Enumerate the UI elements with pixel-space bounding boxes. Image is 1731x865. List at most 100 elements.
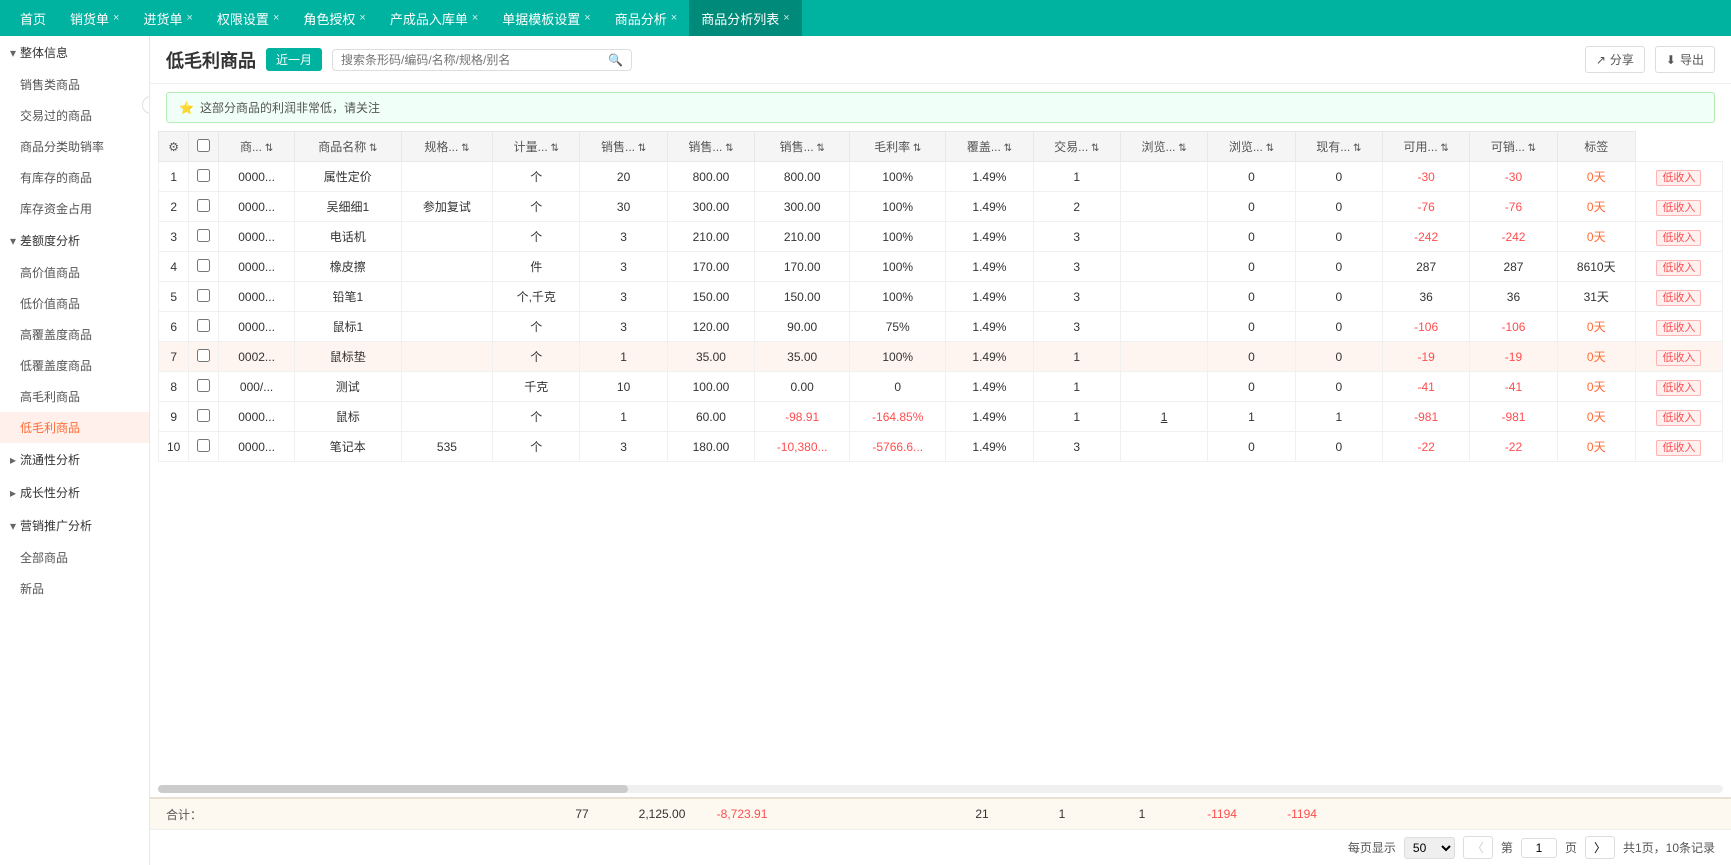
row-transactions[interactable]	[1120, 162, 1207, 192]
row-coverage: 1	[1033, 162, 1120, 192]
row-transactions[interactable]	[1120, 192, 1207, 222]
row-checkbox[interactable]	[189, 252, 219, 282]
th-checkbox[interactable]	[189, 132, 219, 162]
search-icon[interactable]: 🔍	[608, 53, 623, 67]
row-spec	[401, 222, 492, 252]
sidebar-item-new-products[interactable]: 新品	[0, 573, 149, 604]
search-input[interactable]	[341, 53, 604, 67]
sidebar-item-in-stock[interactable]: 有库存的商品	[0, 162, 149, 193]
nav-product-analysis-list[interactable]: 商品分析列表 ×	[689, 0, 801, 36]
sidebar-item-all-products[interactable]: 全部商品	[0, 542, 149, 573]
row-coverage: 3	[1033, 312, 1120, 342]
per-page-select[interactable]: 50 100 200	[1404, 837, 1455, 859]
th-transactions[interactable]: 交易...	[1033, 132, 1120, 162]
close-icon[interactable]: ×	[186, 12, 192, 24]
sidebar-item-low-margin[interactable]: 低毛利商品	[0, 412, 149, 443]
close-icon[interactable]: ×	[472, 12, 478, 24]
row-transactions[interactable]	[1120, 432, 1207, 462]
time-filter-button[interactable]: 近一月	[266, 48, 322, 71]
sidebar-item-low-value[interactable]: 低价值商品	[0, 288, 149, 319]
th-coverage[interactable]: 覆盖...	[946, 132, 1033, 162]
close-icon[interactable]: ×	[113, 12, 119, 24]
sidebar-item-low-coverage[interactable]: 低覆盖度商品	[0, 350, 149, 381]
sidebar-item-high-coverage[interactable]: 高覆盖度商品	[0, 319, 149, 350]
row-views1: 0	[1208, 192, 1295, 222]
th-unit[interactable]: 计量...	[493, 132, 580, 162]
row-available: -30	[1470, 162, 1557, 192]
sidebar-item-high-value[interactable]: 高价值商品	[0, 257, 149, 288]
sidebar-item-high-margin[interactable]: 高毛利商品	[0, 381, 149, 412]
row-gross: 1.49%	[946, 402, 1033, 432]
next-page-button[interactable]: 〉	[1585, 836, 1615, 859]
sidebar-section-liquidity[interactable]: ▸ 流通性分析	[0, 443, 149, 476]
prev-page-button[interactable]: 〈	[1463, 836, 1493, 859]
sidebar-item-category-rate[interactable]: 商品分类助销率	[0, 131, 149, 162]
row-checkbox[interactable]	[189, 372, 219, 402]
row-sellable: 0天	[1557, 162, 1635, 192]
row-checkbox[interactable]	[189, 312, 219, 342]
nav-home[interactable]: 首页	[8, 0, 58, 36]
close-icon[interactable]: ×	[273, 12, 279, 24]
nav-product-entry[interactable]: 产成品入库单 ×	[378, 0, 490, 36]
sidebar-section-marketing[interactable]: ▾ 营销推广分析	[0, 509, 149, 542]
row-profit: 100%	[850, 162, 946, 192]
th-settings[interactable]: ⚙	[159, 132, 189, 162]
th-code[interactable]: 商...	[219, 132, 294, 162]
close-icon[interactable]: ×	[584, 12, 590, 24]
page-number-input[interactable]	[1521, 838, 1557, 858]
row-spec	[401, 282, 492, 312]
th-sales-price[interactable]: 销售...	[667, 132, 754, 162]
th-tag[interactable]: 标签	[1557, 132, 1635, 162]
share-button[interactable]: ↗ 分享	[1585, 46, 1645, 73]
row-checkbox[interactable]	[189, 192, 219, 222]
row-transactions[interactable]	[1120, 282, 1207, 312]
scrollbar-thumb[interactable]	[158, 785, 628, 793]
th-spec[interactable]: 规格...	[401, 132, 492, 162]
th-sales-profit[interactable]: 销售...	[755, 132, 850, 162]
row-checkbox[interactable]	[189, 402, 219, 432]
sidebar-section-margin-analysis[interactable]: ▾ 差额度分析	[0, 224, 149, 257]
row-checkbox[interactable]	[189, 222, 219, 252]
th-name[interactable]: 商品名称	[294, 132, 401, 162]
nav-purchase-order[interactable]: 进货单 ×	[131, 0, 204, 36]
row-transactions[interactable]	[1120, 372, 1207, 402]
row-checkbox[interactable]	[189, 162, 219, 192]
th-sellable-days[interactable]: 可销...	[1470, 132, 1557, 162]
sidebar-item-traded-products[interactable]: 交易过的商品	[0, 100, 149, 131]
close-icon[interactable]: ×	[783, 12, 789, 24]
th-stock[interactable]: 现有...	[1295, 132, 1382, 162]
nav-role-auth[interactable]: 角色授权 ×	[291, 0, 377, 36]
sidebar-section-overall[interactable]: ▾ 整体信息	[0, 36, 149, 69]
row-transactions[interactable]	[1120, 222, 1207, 252]
nav-template-settings[interactable]: 单据模板设置 ×	[490, 0, 602, 36]
th-sales-qty[interactable]: 销售...	[580, 132, 667, 162]
row-transactions[interactable]	[1120, 342, 1207, 372]
nav-product-analysis[interactable]: 商品分析 ×	[603, 0, 689, 36]
table-container[interactable]: ⚙ 商... 商品名称 规格... 计量... 销售... 销售... 销售..…	[150, 131, 1731, 785]
sidebar-item-capital-usage[interactable]: 库存资金占用	[0, 193, 149, 224]
footer-empty5	[782, 805, 862, 823]
row-transactions[interactable]	[1120, 312, 1207, 342]
select-all-checkbox[interactable]	[197, 139, 210, 152]
export-button[interactable]: ⬇ 导出	[1655, 46, 1715, 73]
nav-permission-settings[interactable]: 权限设置 ×	[205, 0, 291, 36]
row-checkbox[interactable]	[189, 432, 219, 462]
row-transactions[interactable]	[1120, 252, 1207, 282]
row-transactions[interactable]: 1	[1120, 402, 1207, 432]
row-tag: 低收入	[1635, 342, 1722, 372]
row-checkbox[interactable]	[189, 342, 219, 372]
row-checkbox[interactable]	[189, 282, 219, 312]
th-views2[interactable]: 浏览...	[1208, 132, 1295, 162]
close-icon[interactable]: ×	[359, 12, 365, 24]
row-sellable: 31天	[1557, 282, 1635, 312]
sidebar-item-sales-products[interactable]: 销售类商品	[0, 69, 149, 100]
row-tag: 低收入	[1635, 252, 1722, 282]
th-available[interactable]: 可用...	[1382, 132, 1469, 162]
th-views1[interactable]: 浏览...	[1120, 132, 1207, 162]
close-icon[interactable]: ×	[671, 12, 677, 24]
horizontal-scrollbar[interactable]	[158, 785, 1723, 793]
nav-sales-order[interactable]: 销货单 ×	[58, 0, 131, 36]
sidebar-section-growth[interactable]: ▸ 成长性分析	[0, 476, 149, 509]
row-unit: 个	[493, 402, 580, 432]
th-gross-margin[interactable]: 毛利率	[850, 132, 946, 162]
